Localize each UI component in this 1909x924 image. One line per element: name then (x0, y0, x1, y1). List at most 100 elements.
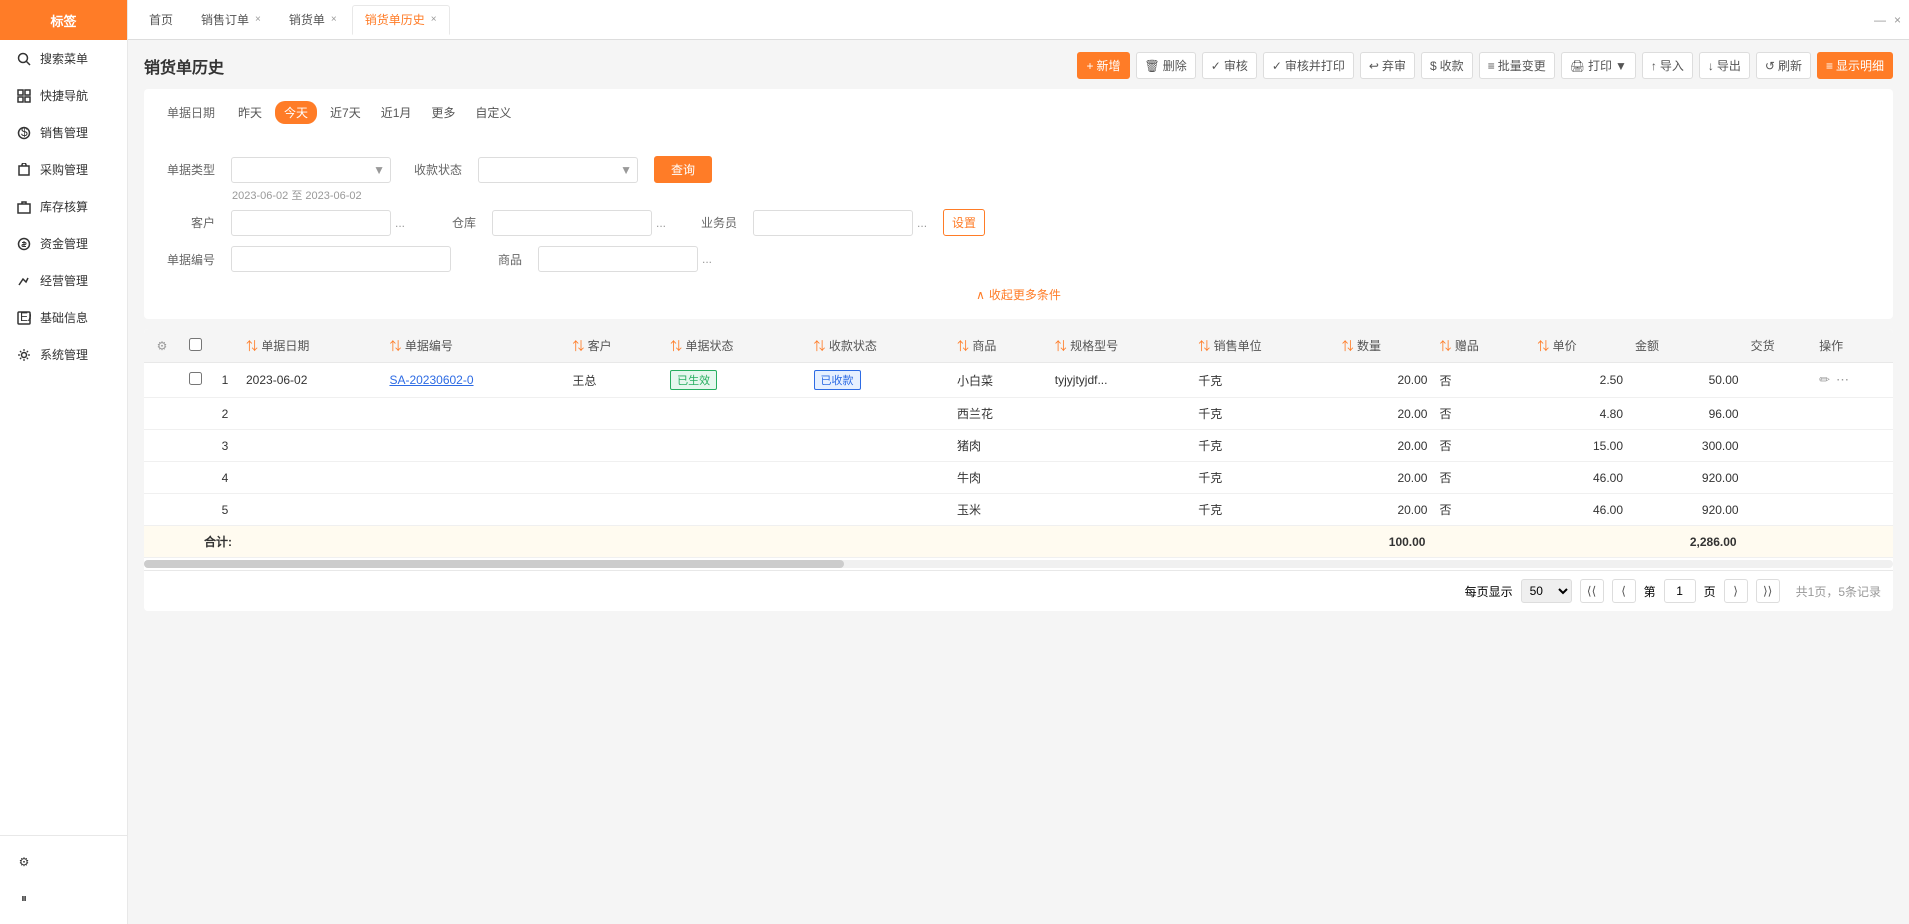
cell-settings (144, 363, 180, 398)
horizontal-scrollbar[interactable] (144, 560, 1893, 568)
table-row: 5 玉米 千克 20.00 否 46.00 920.00 (144, 494, 1893, 526)
col-payment-status[interactable]: ⇅ 收款状态 (808, 329, 951, 363)
tab-sales-history-close[interactable]: × (431, 14, 437, 25)
product-input[interactable] (538, 246, 698, 272)
warehouse-ellipsis[interactable]: ... (656, 216, 666, 230)
doc-no-input[interactable] (231, 246, 451, 272)
sidebar-item-quick-nav[interactable]: 快捷导航 (0, 77, 127, 114)
cell-product: 西兰花 (951, 398, 1049, 430)
sidebar-item-inventory[interactable]: 库存核算 (0, 188, 127, 225)
col-customer[interactable]: ⇅ 客户 (566, 329, 664, 363)
salesperson-input[interactable] (753, 210, 913, 236)
sidebar-item-finance[interactable]: 资金管理 (0, 225, 127, 262)
col-unit[interactable]: ⇅ 销售单位 (1192, 329, 1335, 363)
cell-checkbox (180, 398, 210, 430)
sidebar-item-purchase-mgmt[interactable]: 采购管理 (0, 151, 127, 188)
btn-add[interactable]: + 新增 (1077, 52, 1129, 79)
page-first-btn[interactable]: ⟨⟨ (1580, 579, 1604, 603)
collapse-btn[interactable]: ∧ 收起更多条件 (972, 282, 1065, 307)
more-icon[interactable]: ⋯ (1836, 372, 1849, 388)
doc-no-link[interactable]: SA-20230602-0 (389, 373, 473, 387)
customer-input[interactable] (231, 210, 391, 236)
tab-sales-order[interactable]: 销售订单 × (188, 5, 274, 35)
cell-settings (144, 462, 180, 494)
cell-price: 2.50 (1531, 363, 1629, 398)
col-product[interactable]: ⇅ 商品 (951, 329, 1049, 363)
tab-sales-delivery-close[interactable]: × (331, 14, 337, 25)
col-gift[interactable]: ⇅ 赠品 (1433, 329, 1531, 363)
sidebar-bottom-toggle[interactable]: ⏸ (0, 880, 127, 916)
btn-delete[interactable]: 🗑 删除 (1136, 52, 1196, 79)
col-price[interactable]: ⇅ 单价 (1531, 329, 1629, 363)
page-next-btn[interactable]: ⟩ (1724, 579, 1748, 603)
tab-sales-order-label: 销售订单 (201, 11, 249, 28)
date-btn-1month[interactable]: 近1月 (374, 101, 419, 124)
cell-checkbox (180, 363, 210, 398)
col-doc-no[interactable]: ⇅ 单据编号 (383, 329, 566, 363)
btn-abandon[interactable]: ↩ 弃审 (1360, 52, 1415, 79)
col-date[interactable]: ⇅ 单据日期 (240, 329, 383, 363)
col-doc-status[interactable]: ⇅ 单据状态 (664, 329, 807, 363)
salesperson-ellipsis[interactable]: ... (917, 216, 927, 230)
tab-home[interactable]: 首页 (136, 5, 186, 35)
btn-receive[interactable]: $ 收款 (1421, 52, 1473, 79)
sidebar-item-sales-mgmt[interactable]: $ 销售管理 (0, 114, 127, 151)
cell-qty: 20.00 (1336, 494, 1434, 526)
table-scroll[interactable]: ⚙ ⇅ 单据日期 ⇅ 单据编号 (144, 329, 1893, 558)
col-settings[interactable]: ⚙ (144, 329, 180, 363)
col-qty[interactable]: ⇅ 数量 (1336, 329, 1434, 363)
date-btn-7days[interactable]: 近7天 (323, 101, 368, 124)
customer-ellipsis[interactable]: ... (395, 216, 405, 230)
totals-label: 合计: (144, 526, 240, 558)
scrollbar-thumb[interactable] (144, 560, 844, 568)
btn-export[interactable]: ↓ 导出 (1699, 52, 1750, 79)
date-btn-today[interactable]: 今天 (275, 101, 317, 124)
btn-refresh[interactable]: ↺ 刷新 (1756, 52, 1811, 79)
page-last-btn[interactable]: ⟩⟩ (1756, 579, 1780, 603)
sidebar-label-ops: 经营管理 (40, 272, 88, 289)
cell-qty: 20.00 (1336, 398, 1434, 430)
btn-audit[interactable]: ✓ 审核 (1202, 52, 1257, 79)
sidebar-item-system[interactable]: 系统管理 (0, 336, 127, 373)
warehouse-input[interactable] (492, 210, 652, 236)
date-btn-more[interactable]: 更多 (424, 101, 462, 124)
btn-audit-print[interactable]: ✓ 审核并打印 (1263, 52, 1354, 79)
brand-logo: 标签 (0, 0, 127, 40)
btn-settings[interactable]: 设置 (943, 209, 985, 236)
payment-status-select[interactable] (478, 157, 638, 183)
page-number-input[interactable] (1664, 579, 1696, 603)
tab-sales-order-close[interactable]: × (255, 14, 261, 25)
btn-batch-change[interactable]: ≡ 批量变更 (1479, 52, 1555, 79)
page-size-select[interactable]: 50 100 200 (1521, 579, 1572, 603)
sidebar-label-search-menu: 搜索菜单 (40, 50, 88, 67)
page-prev-btn[interactable]: ⟨ (1612, 579, 1636, 603)
col-spec[interactable]: ⇅ 规格型号 (1049, 329, 1192, 363)
cell-checkbox (180, 430, 210, 462)
cell-price: 4.80 (1531, 398, 1629, 430)
select-all-checkbox[interactable] (189, 338, 202, 351)
sidebar-bottom-settings[interactable]: ⚙ (0, 844, 127, 880)
tab-sales-delivery[interactable]: 销货单 × (276, 5, 350, 35)
product-ellipsis[interactable]: ... (702, 252, 712, 266)
window-minimize[interactable]: — (1874, 13, 1886, 27)
date-btn-yesterday[interactable]: 昨天 (231, 101, 269, 124)
sidebar-item-search-menu[interactable]: 搜索菜单 (0, 40, 127, 77)
product-label: 商品 (467, 251, 522, 268)
btn-query[interactable]: 查询 (654, 156, 712, 183)
cell-num: 1 (210, 363, 240, 398)
doc-type-select[interactable] (231, 157, 391, 183)
gear-icon: ⚙ (16, 854, 32, 870)
btn-print[interactable]: 🖨 打印 ▼ (1561, 52, 1636, 79)
btn-import[interactable]: ↑ 导入 (1642, 52, 1693, 79)
date-btn-custom[interactable]: 自定义 (468, 101, 518, 124)
window-close[interactable]: × (1894, 13, 1901, 27)
tab-sales-history[interactable]: 销货单历史 × (352, 5, 450, 35)
table-row: 1 2023-06-02 SA-20230602-0 王总 已生效 已收款 小白… (144, 363, 1893, 398)
totals-gift-spacer (1433, 526, 1531, 558)
cell-doc-status (664, 494, 807, 526)
sidebar-item-basic[interactable]: EA 基础信息 (0, 299, 127, 336)
sidebar-item-ops[interactable]: 经营管理 (0, 262, 127, 299)
btn-show-detail[interactable]: ≡ 显示明细 (1817, 52, 1893, 79)
edit-icon[interactable]: ✏ (1819, 372, 1830, 388)
row-checkbox[interactable] (189, 372, 202, 385)
